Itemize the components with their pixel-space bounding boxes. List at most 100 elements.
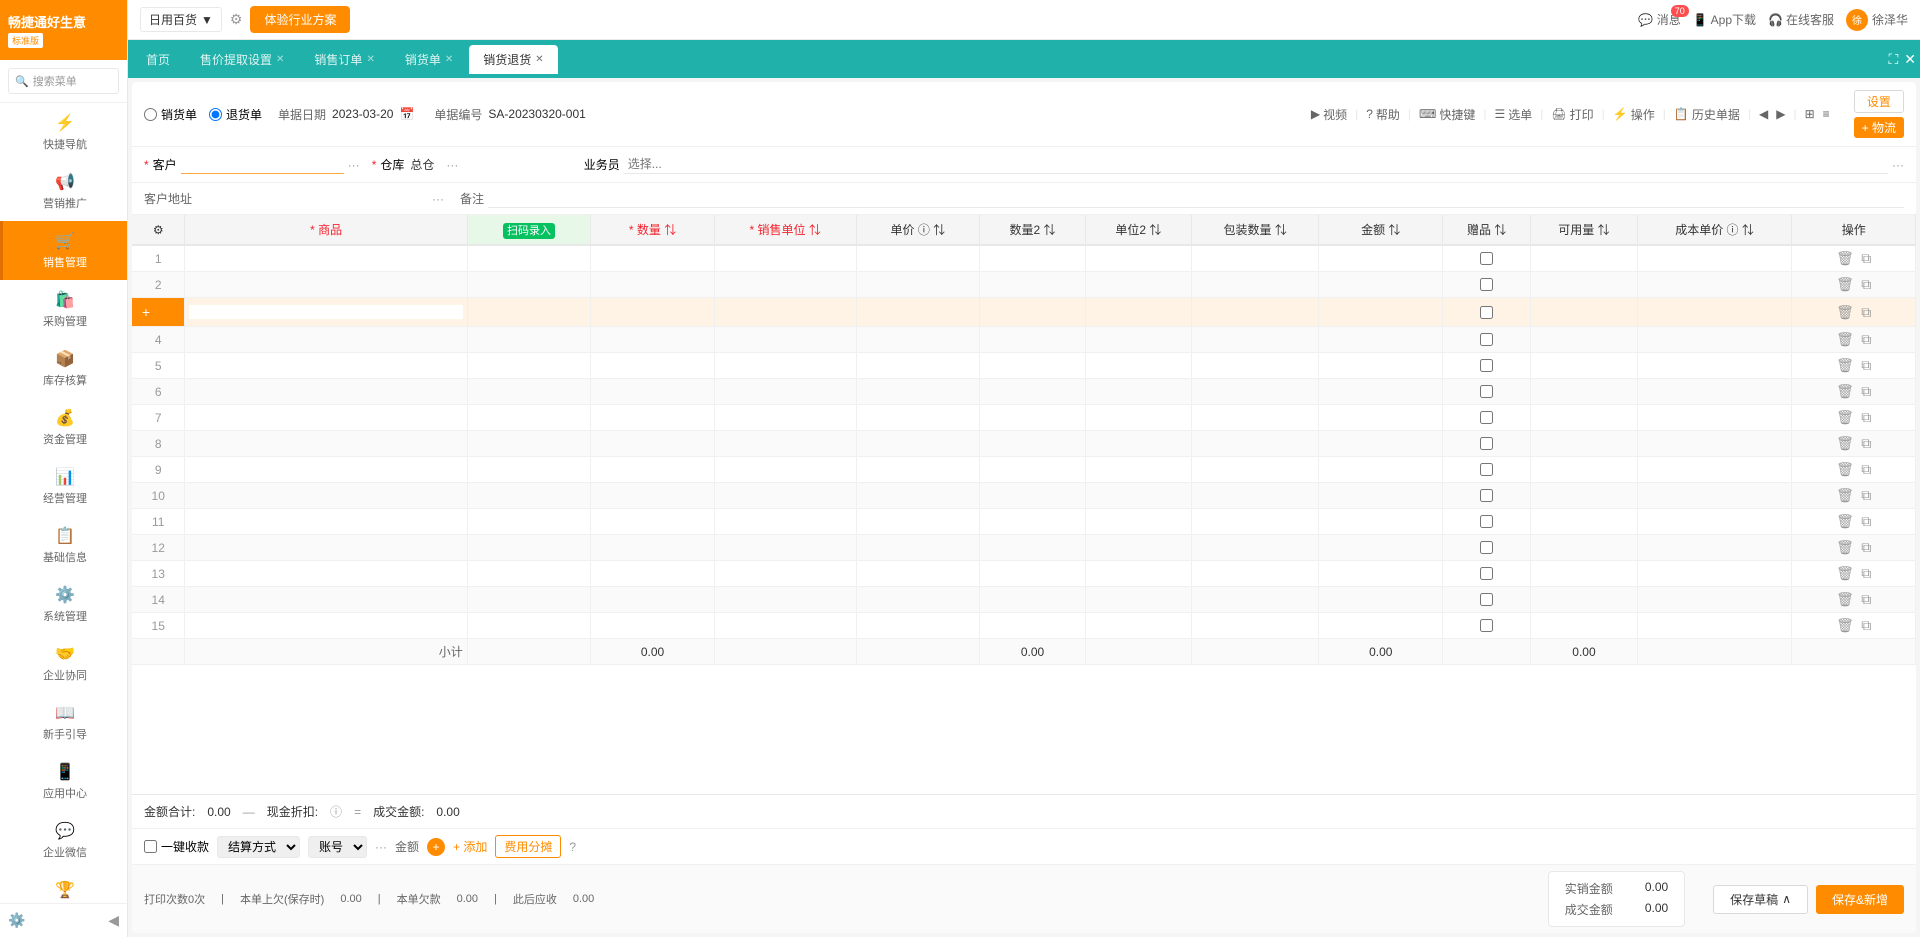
unit2-cell-2[interactable]: [1085, 272, 1191, 298]
unit-cell-8[interactable]: [714, 431, 856, 457]
cost-cell-8[interactable]: [1637, 431, 1792, 457]
unit2-cell-13[interactable]: [1085, 561, 1191, 587]
copy-icon-9[interactable]: ⧉: [1861, 461, 1871, 477]
col-settings[interactable]: ⚙: [132, 215, 185, 245]
unit-cell-15[interactable]: [714, 613, 856, 639]
add-row-button[interactable]: +: [136, 302, 156, 322]
gift-checkbox-6[interactable]: [1480, 385, 1493, 398]
price-cell-15[interactable]: [856, 613, 980, 639]
qty2-cell-7[interactable]: [980, 405, 1086, 431]
operate-action[interactable]: ⚡ 操作: [1613, 106, 1655, 123]
cost-cell-3[interactable]: [1637, 298, 1792, 327]
product-cell-7[interactable]: [185, 405, 467, 431]
tab-delivery[interactable]: 销货单 ✕: [391, 45, 467, 74]
qty2-cell-4[interactable]: [980, 327, 1086, 353]
price-cell-7[interactable]: [856, 405, 980, 431]
amount-cell-14[interactable]: [1319, 587, 1443, 613]
cost-cell-14[interactable]: [1637, 587, 1792, 613]
prev-icon[interactable]: ◀: [1759, 107, 1768, 121]
video-action[interactable]: ▶ 视频: [1311, 106, 1347, 123]
experience-btn[interactable]: 体验行业方案: [250, 6, 350, 33]
tab-price-settings-close-icon[interactable]: ✕: [276, 54, 284, 65]
product-cell-9[interactable]: [185, 457, 467, 483]
available-cell-6[interactable]: [1531, 379, 1637, 405]
qty2-cell-10[interactable]: [980, 483, 1086, 509]
product-cell-1[interactable]: [185, 245, 467, 272]
unit-cell-2[interactable]: [714, 272, 856, 298]
message-button[interactable]: 💬 消息 70: [1638, 11, 1680, 28]
unit-cell-10[interactable]: [714, 483, 856, 509]
unit2-cell-10[interactable]: [1085, 483, 1191, 509]
sidebar-item-sales[interactable]: 🛒 销售管理: [0, 221, 127, 280]
delete-icon-4[interactable]: 🗑: [1836, 331, 1854, 347]
qty-cell-15[interactable]: [591, 613, 715, 639]
available-cell-7[interactable]: [1531, 405, 1637, 431]
help-action[interactable]: ? 帮助: [1366, 106, 1400, 123]
copy-icon-11[interactable]: ⧉: [1861, 513, 1871, 529]
product-cell-4[interactable]: [185, 327, 467, 353]
shortcut-action[interactable]: ⌨ 快捷键: [1419, 106, 1475, 123]
gift-checkbox-12[interactable]: [1480, 541, 1493, 554]
available-cell-14[interactable]: [1531, 587, 1637, 613]
sidebar-item-marketing[interactable]: 📢 营销推广: [0, 162, 127, 221]
qty-cell-8[interactable]: [591, 431, 715, 457]
copy-icon-14[interactable]: ⧉: [1861, 591, 1871, 607]
select-action[interactable]: ☰ 选单: [1495, 106, 1533, 123]
one-click-payment-checkbox[interactable]: [144, 840, 157, 853]
qty2-cell-3[interactable]: [980, 298, 1086, 327]
unit2-cell-12[interactable]: [1085, 535, 1191, 561]
user-menu[interactable]: 徐 徐泽华: [1846, 9, 1908, 31]
sidebar-item-guide[interactable]: 📖 新手引导: [0, 693, 127, 752]
pkg-cell-2[interactable]: [1191, 272, 1319, 298]
price-cell-9[interactable]: [856, 457, 980, 483]
available-cell-10[interactable]: [1531, 483, 1637, 509]
amount-cell-10[interactable]: [1319, 483, 1443, 509]
qty2-cell-5[interactable]: [980, 353, 1086, 379]
pkg-cell-4[interactable]: [1191, 327, 1319, 353]
unit2-cell-1[interactable]: [1085, 245, 1191, 272]
product-cell-10[interactable]: [185, 483, 467, 509]
amount-cell-2[interactable]: [1319, 272, 1443, 298]
amount-cell-8[interactable]: [1319, 431, 1443, 457]
sidebar-settings-button[interactable]: ⚙️: [8, 912, 25, 929]
product-cell-12[interactable]: [185, 535, 467, 561]
list-view-icon[interactable]: ≡: [1823, 107, 1830, 121]
unit-cell-6[interactable]: [714, 379, 856, 405]
tab-delivery-close-icon[interactable]: ✕: [445, 54, 453, 65]
amount-cell-13[interactable]: [1319, 561, 1443, 587]
sidebar-item-finance[interactable]: 💰 资金管理: [0, 398, 127, 457]
sidebar-item-appstore[interactable]: 📱 应用中心: [0, 752, 127, 811]
barcode-btn-header[interactable]: 扫码录入: [503, 223, 555, 239]
delete-icon-14[interactable]: 🗑: [1836, 591, 1854, 607]
unit-cell-1[interactable]: [714, 245, 856, 272]
qty-cell-9[interactable]: [591, 457, 715, 483]
qty-cell-11[interactable]: [591, 509, 715, 535]
price-cell-4[interactable]: [856, 327, 980, 353]
customer-dots-button[interactable]: ···: [348, 158, 360, 172]
pkg-cell-9[interactable]: [1191, 457, 1319, 483]
price-cell-5[interactable]: [856, 353, 980, 379]
sidebar-item-purchase[interactable]: 🛍️ 采购管理: [0, 280, 127, 339]
qty2-cell-9[interactable]: [980, 457, 1086, 483]
company-dropdown[interactable]: 日用百货 ▼: [140, 7, 222, 32]
grid-view-icon[interactable]: ⊞: [1805, 107, 1815, 121]
radio-delivery[interactable]: 销货单: [144, 106, 197, 123]
price-cell-12[interactable]: [856, 535, 980, 561]
unit-cell-14[interactable]: [714, 587, 856, 613]
copy-icon-4[interactable]: ⧉: [1861, 331, 1871, 347]
delete-icon-1[interactable]: 🗑: [1836, 250, 1854, 266]
unit-cell-11[interactable]: [714, 509, 856, 535]
qty2-cell-12[interactable]: [980, 535, 1086, 561]
available-cell-1[interactable]: [1531, 245, 1637, 272]
cost-cell-6[interactable]: [1637, 379, 1792, 405]
pkg-cell-3[interactable]: [1191, 298, 1319, 327]
unit2-cell-5[interactable]: [1085, 353, 1191, 379]
unit2-cell-8[interactable]: [1085, 431, 1191, 457]
tab-sales-order-close-icon[interactable]: ✕: [366, 54, 374, 65]
sidebar-item-inventory[interactable]: 📦 库存核算: [0, 339, 127, 398]
qty-cell-10[interactable]: [591, 483, 715, 509]
pkg-cell-13[interactable]: [1191, 561, 1319, 587]
gift-checkbox-14[interactable]: [1480, 593, 1493, 606]
qty-cell-6[interactable]: [591, 379, 715, 405]
unit-cell-13[interactable]: [714, 561, 856, 587]
